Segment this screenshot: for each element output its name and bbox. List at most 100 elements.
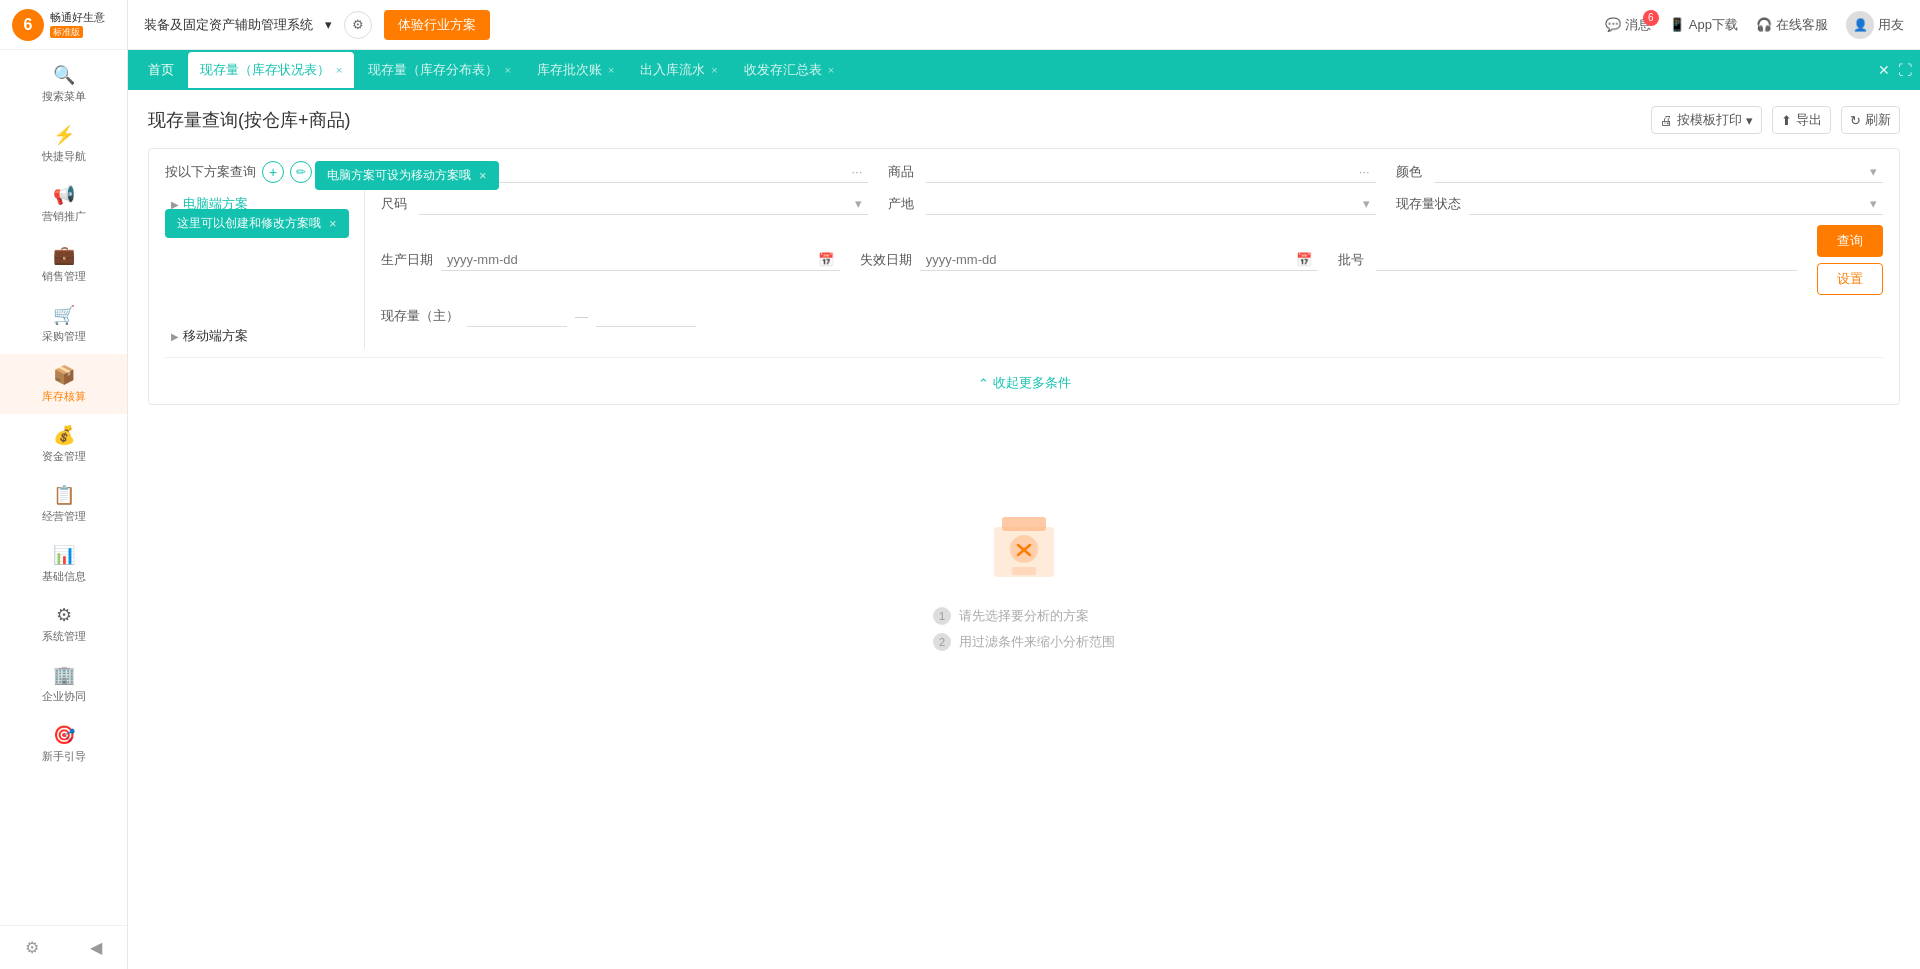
collapse-sidebar-icon[interactable]: ◀: [90, 938, 102, 957]
system-title: 装备及固定资产辅助管理系统: [144, 16, 313, 34]
logo-tag: 标准版: [50, 26, 83, 38]
export-button[interactable]: ⬆ 导出: [1772, 106, 1831, 134]
sidebar-item-enterprise[interactable]: 🏢 企业协同: [0, 654, 127, 714]
refresh-label: 刷新: [1865, 111, 1891, 129]
reset-button[interactable]: 设置: [1817, 263, 1883, 295]
gear-button[interactable]: ⚙: [344, 11, 372, 39]
tab-inventory-status-close[interactable]: ×: [336, 64, 342, 76]
batch-input[interactable]: [1376, 249, 1797, 271]
sidebar-item-system[interactable]: ⚙ 系统管理: [0, 594, 127, 654]
refresh-button[interactable]: ↻ 刷新: [1841, 106, 1900, 134]
prod-date-calendar-icon[interactable]: 📅: [818, 252, 834, 267]
sidebar-item-inventory[interactable]: 📦 库存核算: [0, 354, 127, 414]
header-left: 装备及固定资产辅助管理系统 ▾ ⚙ 体验行业方案: [144, 10, 490, 40]
nav-label-finance: 资金管理: [42, 449, 86, 464]
filter-area: 按以下方案查询 + ✏ ← 电脑方案可设为移动方案哦 ×: [148, 148, 1900, 405]
tab-close-all-icon[interactable]: ✕: [1878, 62, 1890, 78]
tree-arrow-pc: ▶: [171, 199, 179, 210]
scheme-tree-mobile[interactable]: ▶ 移动端方案: [165, 323, 352, 349]
nav-icon-sales: 💼: [53, 244, 75, 266]
tab-inout-close[interactable]: ×: [711, 64, 717, 76]
sidebar-item-basic[interactable]: 📊 基础信息: [0, 534, 127, 594]
print-icon: 🖨: [1660, 113, 1673, 128]
tab-inout[interactable]: 出入库流水 ×: [628, 52, 729, 88]
tab-inventory-dist[interactable]: 现存量（库存分布表） ×: [356, 52, 522, 88]
scheme-tooltip-close[interactable]: ×: [479, 168, 487, 183]
tab-inventory-dist-close[interactable]: ×: [504, 64, 510, 76]
warehouse-dots[interactable]: ···: [851, 164, 862, 179]
stock-status-label: 现存量状态: [1396, 195, 1461, 213]
tab-batch-close[interactable]: ×: [608, 64, 614, 76]
tab-receive-label: 收发存汇总表: [744, 61, 822, 79]
nav-label-sales: 销售管理: [42, 269, 86, 284]
expire-date-input[interactable]: [926, 252, 1297, 267]
logo-text: 畅通好生意 标准版: [50, 10, 105, 39]
add-scheme-button[interactable]: +: [262, 161, 284, 183]
empty-state: 1 请先选择要分析的方案 2 用过滤条件来缩小分析范围: [148, 417, 1900, 739]
sidebar-item-quick[interactable]: ⚡ 快捷导航: [0, 114, 127, 174]
sidebar-item-purchase[interactable]: 🛒 采购管理: [0, 294, 127, 354]
sidebar-item-finance[interactable]: 💰 资金管理: [0, 414, 127, 474]
app-download-button[interactable]: 📱 App下载: [1669, 16, 1738, 34]
filter-label: 按以下方案查询: [165, 163, 256, 181]
nav-label-purchase: 采购管理: [42, 329, 86, 344]
nav-label-enterprise: 企业协同: [42, 689, 86, 704]
tab-home[interactable]: 首页: [136, 52, 186, 88]
tab-batch[interactable]: 库存批次账 ×: [525, 52, 626, 88]
sidebar-item-marketing[interactable]: 📢 营销推广: [0, 174, 127, 234]
color-select[interactable]: ▾: [1434, 161, 1883, 183]
tab-receive-close[interactable]: ×: [828, 64, 834, 76]
collapse-button[interactable]: ⌃ 收起更多条件: [165, 374, 1883, 392]
support-icon: 🎧: [1756, 17, 1772, 32]
support-label: 在线客服: [1776, 16, 1828, 34]
stock-main-max-input[interactable]: [596, 305, 696, 327]
product-input-area[interactable]: ···: [926, 161, 1375, 183]
nav-icon-enterprise: 🏢: [53, 664, 75, 686]
nav-icon-marketing: 📢: [53, 184, 75, 206]
logo-area: 6 畅通好生意 标准版: [0, 0, 127, 50]
tab-inventory-status[interactable]: 现存量（库存状况表） ×: [188, 52, 354, 88]
tab-bar: 首页 现存量（库存状况表） × 现存量（库存分布表） × 库存批次账 × 出入库…: [128, 50, 1920, 90]
svg-rect-1: [1002, 517, 1046, 531]
experience-button[interactable]: 体验行业方案: [384, 10, 490, 40]
product-label: 商品: [888, 163, 918, 181]
header-right: 💬 消息 6 📱 App下载 🎧 在线客服 👤 用友: [1605, 11, 1904, 39]
prod-date-input[interactable]: [447, 252, 818, 267]
sidebar-item-newbie[interactable]: 🎯 新手引导: [0, 714, 127, 774]
nav-icon-inventory: 📦: [53, 364, 75, 386]
nav-icon-operations: 📋: [53, 484, 75, 506]
edit-scheme-button[interactable]: ✏: [290, 161, 312, 183]
tab-fullscreen-icon[interactable]: ⛶: [1898, 62, 1912, 78]
message-icon: 💬: [1605, 17, 1621, 32]
print-button[interactable]: 🖨 按模板打印 ▾: [1651, 106, 1762, 134]
user-button[interactable]: 👤 用友: [1846, 11, 1904, 39]
stock-status-select[interactable]: ▾: [1469, 193, 1883, 215]
stock-main-min-input[interactable]: [467, 305, 567, 327]
color-dropdown-icon: ▾: [1870, 164, 1877, 179]
origin-select[interactable]: ▾: [926, 193, 1375, 215]
filter-field-stock-status: 现存量状态 ▾: [1396, 193, 1883, 215]
support-button[interactable]: 🎧 在线客服: [1756, 16, 1828, 34]
size-select[interactable]: ▾: [419, 193, 868, 215]
stock-main-label: 现存量（主）: [381, 307, 459, 325]
tip-num-1: 1: [933, 607, 951, 625]
batch-label: 批号: [1338, 251, 1368, 269]
sidebar-item-sales[interactable]: 💼 销售管理: [0, 234, 127, 294]
tab-inventory-dist-label: 现存量（库存分布表）: [368, 61, 498, 79]
expire-date-calendar-icon[interactable]: 📅: [1296, 252, 1312, 267]
filter-field-prod-date: 生产日期 📅: [381, 249, 840, 271]
system-dropdown[interactable]: ▾: [325, 17, 332, 32]
sidebar-item-search[interactable]: 🔍 搜索菜单: [0, 54, 127, 114]
product-dots[interactable]: ···: [1359, 164, 1370, 179]
empty-illustration: [974, 497, 1074, 587]
page-title: 现存量查询(按仓库+商品): [148, 108, 351, 132]
tab-receive[interactable]: 收发存汇总表 ×: [732, 52, 846, 88]
settings-bottom-icon[interactable]: ⚙: [25, 938, 39, 957]
messages-button[interactable]: 💬 消息 6: [1605, 16, 1651, 34]
create-tooltip-close[interactable]: ×: [329, 216, 337, 231]
product-input[interactable]: [932, 164, 1358, 179]
scheme-mobile-label: 移动端方案: [183, 327, 248, 345]
search-button[interactable]: 查询: [1817, 225, 1883, 257]
nav-icon-basic: 📊: [53, 544, 75, 566]
sidebar-item-operations[interactable]: 📋 经营管理: [0, 474, 127, 534]
